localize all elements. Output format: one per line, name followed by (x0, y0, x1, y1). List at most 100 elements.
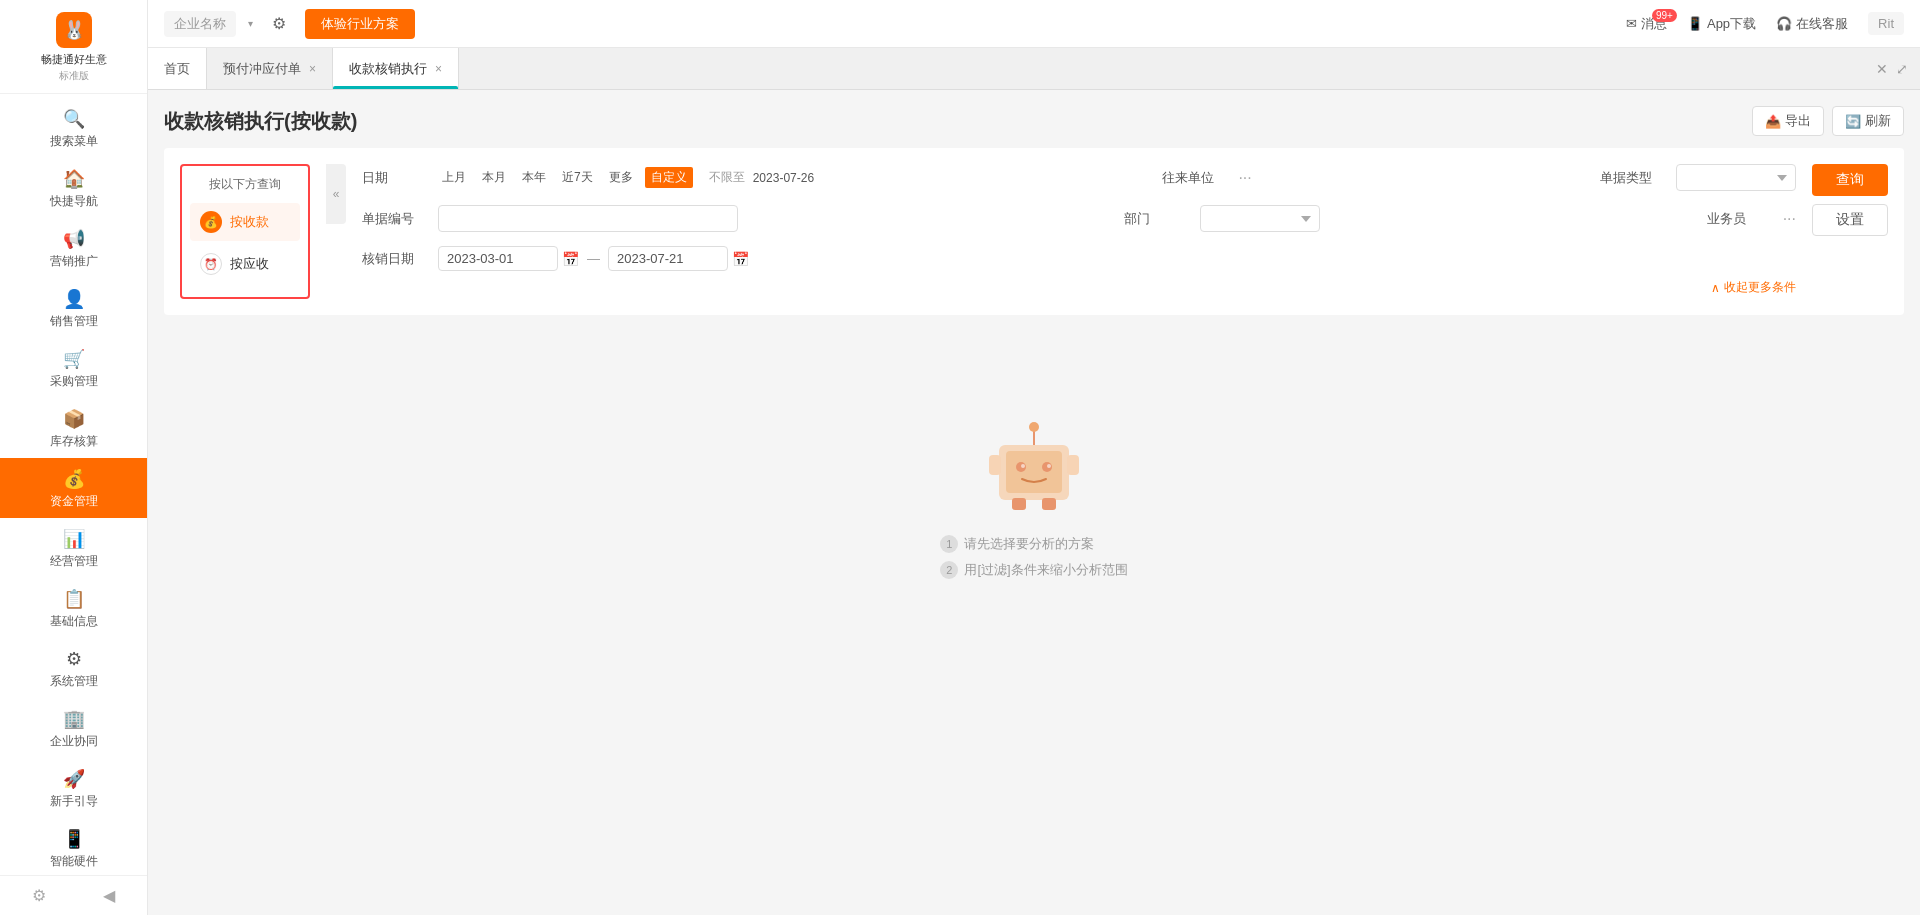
refresh-icon: 🔄 (1845, 114, 1861, 129)
refresh-btn[interactable]: 🔄 刷新 (1832, 106, 1904, 136)
tab-prepay-label: 预付冲应付单 (223, 60, 301, 78)
tab-home-label: 首页 (164, 60, 190, 78)
clipboard-icon: 📋 (63, 588, 85, 610)
calendar-start-icon[interactable]: 📅 (562, 251, 579, 267)
doc-type-label: 单据类型 (1600, 169, 1660, 187)
filter-nav-receivable-label: 按应收 (230, 255, 269, 273)
date-this-month[interactable]: 本月 (478, 167, 510, 188)
tab-expand-btn[interactable]: ⤢ (1896, 61, 1908, 77)
filter-nav-receipt-label: 按收款 (230, 213, 269, 231)
tab-receipt[interactable]: 收款核销执行 × (333, 48, 459, 89)
receivable-nav-icon: ⏰ (200, 253, 222, 275)
sidebar-item-hardware[interactable]: 📱 智能硬件 (0, 818, 147, 875)
verify-date-range: 📅 — 📅 (438, 246, 749, 271)
filter-nav-collapse-btn[interactable]: « (326, 164, 346, 224)
sidebar-item-sales[interactable]: 👤 销售管理 (0, 278, 147, 338)
tab-home[interactable]: 首页 (148, 48, 207, 89)
date-custom[interactable]: 自定义 (645, 167, 693, 188)
filter-nav-by-receivable[interactable]: ⏰ 按应收 (190, 245, 300, 283)
company-name: 企业名称 (164, 11, 236, 37)
step1-num: 1 (940, 535, 958, 553)
sidebar-item-operations[interactable]: 📊 经营管理 (0, 518, 147, 578)
filter-nav-by-receipt[interactable]: 💰 按收款 (190, 203, 300, 241)
building-icon: 🏢 (63, 708, 85, 730)
user-area: Rit (1868, 12, 1904, 35)
export-btn[interactable]: 📤 导出 (1752, 106, 1824, 136)
header-right: ✉ 消息 99+ 📱 App下载 🎧 在线客服 Rit (1626, 12, 1904, 35)
svg-point-9 (1029, 422, 1039, 432)
sidebar-logo: 🐰 畅捷通好生意 标准版 (0, 0, 147, 94)
sidebar-item-label: 营销推广 (50, 253, 98, 270)
app-icon: 📱 (1687, 16, 1703, 31)
filter-nav-title: 按以下方查询 (190, 176, 300, 193)
partner-more-btn[interactable]: ··· (1238, 169, 1251, 187)
filter-nav: 按以下方查询 💰 按收款 ⏰ 按应收 (180, 164, 310, 299)
sidebar-item-label: 资金管理 (50, 493, 98, 510)
money-icon: 💰 (63, 468, 85, 490)
app-download-btn[interactable]: 📱 App下载 (1687, 15, 1756, 33)
service-btn[interactable]: 🎧 在线客服 (1776, 15, 1848, 33)
sidebar-item-label: 系统管理 (50, 673, 98, 690)
date-this-year[interactable]: 本年 (518, 167, 550, 188)
export-label: 导出 (1785, 112, 1811, 130)
tab-prepay[interactable]: 预付冲应付单 × (207, 48, 333, 89)
tab-prepay-close[interactable]: × (309, 63, 316, 75)
svg-point-4 (1021, 464, 1025, 468)
export-icon: 📤 (1765, 114, 1781, 129)
svg-rect-7 (1067, 455, 1079, 475)
logo-badge: 标准版 (59, 69, 89, 83)
sidebar-nav: 🔍 搜索菜单 🏠 快捷导航 📢 营销推广 👤 销售管理 🛒 采购管理 📦 库存核… (0, 94, 147, 875)
doc-type-select[interactable] (1676, 164, 1796, 191)
rocket-icon: 🚀 (63, 768, 85, 790)
date-7days[interactable]: 近7天 (558, 167, 597, 188)
empty-illustration (974, 395, 1094, 515)
date-last-month[interactable]: 上月 (438, 167, 470, 188)
verify-date-start-input[interactable] (438, 246, 558, 271)
doc-no-input[interactable] (438, 205, 738, 232)
dropdown-arrow-icon[interactable]: ▾ (248, 18, 253, 29)
sidebar-item-label: 基础信息 (50, 613, 98, 630)
empty-state: 1 请先选择要分析的方案 2 用[过滤]条件来缩小分析范围 (164, 315, 1904, 619)
page-title: 收款核销执行(按收款) (164, 108, 357, 135)
verify-date-end-input[interactable] (608, 246, 728, 271)
top-header: 企业名称 ▾ ⚙ 体验行业方案 ✉ 消息 99+ 📱 App下载 🎧 在线客服 … (148, 0, 1920, 48)
sidebar-collapse-btn[interactable]: ◀ (103, 886, 115, 905)
sidebar-item-purchase[interactable]: 🛒 采购管理 (0, 338, 147, 398)
filter-actions: 查询 设置 (1812, 164, 1888, 299)
settings-form-btn[interactable]: 设置 (1812, 204, 1888, 236)
sidebar-item-shortcut[interactable]: 🏠 快捷导航 (0, 158, 147, 218)
query-btn[interactable]: 查询 (1812, 164, 1888, 196)
tab-receipt-close[interactable]: × (435, 63, 442, 75)
dept-select[interactable] (1200, 205, 1320, 232)
chevron-up-icon: ∧ (1711, 281, 1720, 295)
sidebar-item-inventory[interactable]: 📦 库存核算 (0, 398, 147, 458)
sidebar-item-finance[interactable]: 💰 资金管理 (0, 458, 147, 518)
staff-more-btn[interactable]: ··· (1783, 210, 1796, 228)
sidebar-item-guide[interactable]: 🚀 新手引导 (0, 758, 147, 818)
filter-date-row: 日期 上月 本月 本年 近7天 更多 自定义 不限至 2023-07-26 (362, 164, 1796, 191)
filter-verify-date-row: 核销日期 📅 — 📅 (362, 246, 1796, 271)
sidebar-item-marketing[interactable]: 📢 营销推广 (0, 218, 147, 278)
sidebar-item-basic[interactable]: 📋 基础信息 (0, 578, 147, 638)
page-actions: 📤 导出 🔄 刷新 (1752, 106, 1904, 136)
sidebar-item-enterprise[interactable]: 🏢 企业协同 (0, 698, 147, 758)
date-more[interactable]: 更多 (605, 167, 637, 188)
filter-doc-row: 单据编号 部门 业务员 ··· (362, 205, 1796, 232)
svg-rect-6 (989, 455, 1001, 475)
calendar-end-icon[interactable]: 📅 (732, 251, 749, 267)
tab-close-all-btn[interactable]: ✕ (1876, 61, 1888, 77)
collapse-more-btn[interactable]: ∧ 收起更多条件 (362, 279, 1796, 296)
partner-label: 往来单位 (1162, 169, 1222, 187)
collapse-more-label: 收起更多条件 (1724, 279, 1796, 296)
logo-icon: 🐰 (56, 12, 92, 48)
gear-icon: ⚙ (66, 648, 82, 670)
industry-btn[interactable]: 体验行业方案 (305, 9, 415, 39)
refresh-label: 刷新 (1865, 112, 1891, 130)
sidebar-item-label: 库存核算 (50, 433, 98, 450)
sidebar-settings-btn[interactable]: ⚙ (32, 886, 46, 905)
sidebar-item-search[interactable]: 🔍 搜索菜单 (0, 98, 147, 158)
message-btn[interactable]: ✉ 消息 99+ (1626, 15, 1667, 33)
sidebar-item-system[interactable]: ⚙ 系统管理 (0, 638, 147, 698)
header-gear-btn[interactable]: ⚙ (265, 10, 293, 38)
main-area: 企业名称 ▾ ⚙ 体验行业方案 ✉ 消息 99+ 📱 App下载 🎧 在线客服 … (148, 0, 1920, 915)
